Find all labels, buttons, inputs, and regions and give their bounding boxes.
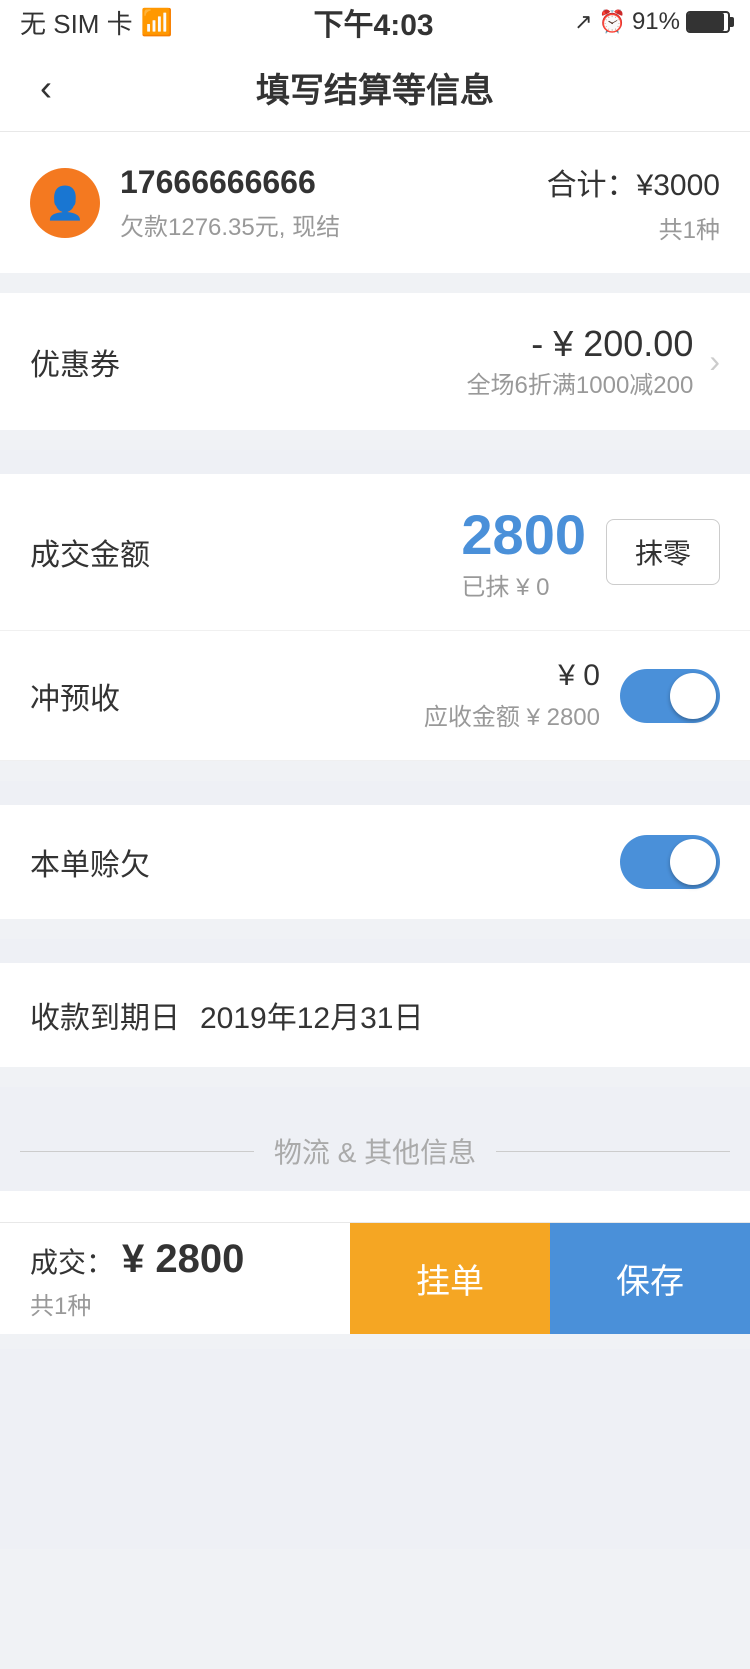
deal-amount-row: 成交金额 2800 已抹 ¥ 0 抹零 <box>0 474 750 631</box>
discount-section: 优惠券 - ¥ 200.00 全场6折满1000减200 › <box>0 293 750 430</box>
pending-button[interactable]: 挂单 <box>350 1223 550 1334</box>
debt-toggle-knob <box>670 839 716 885</box>
debt-section: 本单赊欠 <box>0 805 750 919</box>
total-amount: 合计：¥3000 <box>547 160 720 204</box>
divider-line-right <box>496 1151 730 1152</box>
debt-label: 本单赊欠 <box>30 840 150 884</box>
customer-info: 17666666666 欠款1276.35元, 现结 <box>120 164 340 242</box>
prepay-toggle-knob <box>670 673 716 719</box>
divider-3 <box>0 939 750 963</box>
page-title: 填写结算等信息 <box>256 63 494 112</box>
deal-amount-sub: 已抹 ¥ 0 <box>461 567 586 602</box>
save-button[interactable]: 保存 <box>550 1223 750 1334</box>
prepay-sub: 应收金额 ¥ 2800 <box>424 697 600 732</box>
prepay-amount: ¥ 0 <box>424 659 600 693</box>
deal-amount-value: 2800 <box>461 502 586 567</box>
due-date-label: 收款到期日 <box>30 993 180 1037</box>
battery-percent: 91% <box>632 8 680 36</box>
discount-right: - ¥ 200.00 全场6折满1000减200 › <box>467 323 720 400</box>
deal-amount-label: 成交金额 <box>30 530 150 574</box>
footer-deal-amount: ¥ 2800 <box>122 1237 244 1282</box>
debt-toggle[interactable] <box>620 835 720 889</box>
footer-deal-label: 成交： <box>30 1241 114 1281</box>
wifi-icon: 📶 <box>141 7 173 38</box>
alarm-icon: ⏰ <box>599 9 626 35</box>
status-right: ↗ ⏰ 91% <box>574 8 730 36</box>
carrier-label: 无 SIM 卡 <box>20 4 133 41</box>
discount-row[interactable]: 优惠券 - ¥ 200.00 全场6折满1000减200 › <box>0 293 750 430</box>
footer-info: 成交： ¥ 2800 共1种 <box>0 1223 350 1334</box>
battery-icon <box>686 11 730 33</box>
round-button[interactable]: 抹零 <box>606 519 720 585</box>
due-date-section: 收款到期日 2019年12月31日 <box>0 963 750 1067</box>
discount-chevron-icon: › <box>709 343 720 380</box>
divider-2 <box>0 781 750 805</box>
discount-label: 优惠券 <box>30 340 120 384</box>
footer: 成交： ¥ 2800 共1种 挂单 保存 <box>0 1222 750 1334</box>
customer-left: 👤 17666666666 欠款1276.35元, 现结 <box>30 164 340 242</box>
prepay-label: 冲预收 <box>30 674 120 718</box>
due-date-value: 2019年12月31日 <box>200 993 423 1037</box>
discount-amount: - ¥ 200.00 <box>467 323 694 365</box>
bottom-gray-area <box>0 1349 750 1549</box>
nav-bar: ‹ 填写结算等信息 <box>0 44 750 132</box>
customer-sub: 欠款1276.35元, 现结 <box>120 207 340 242</box>
debt-row: 本单赊欠 <box>0 805 750 919</box>
due-date-row[interactable]: 收款到期日 2019年12月31日 <box>0 963 750 1067</box>
deal-right: 2800 已抹 ¥ 0 抹零 <box>461 502 720 602</box>
discount-sub: 全场6折满1000减200 <box>467 365 694 400</box>
avatar: 👤 <box>30 168 100 238</box>
customer-right: 合计：¥3000 共1种 <box>547 160 720 245</box>
back-button[interactable]: ‹ <box>30 57 62 119</box>
prepay-value-block: ¥ 0 应收金额 ¥ 2800 <box>424 659 600 732</box>
prepay-right: ¥ 0 应收金额 ¥ 2800 <box>424 659 720 732</box>
prepay-row: 冲预收 ¥ 0 应收金额 ¥ 2800 <box>0 631 750 761</box>
divider-1 <box>0 450 750 474</box>
deal-section: 成交金额 2800 已抹 ¥ 0 抹零 冲预收 ¥ 0 应收金额 ¥ 2800 <box>0 474 750 761</box>
status-time: 下午4:03 <box>314 0 434 44</box>
status-bar: 无 SIM 卡 📶 下午4:03 ↗ ⏰ 91% <box>0 0 750 44</box>
divider-line-left <box>20 1151 254 1152</box>
location-icon: ↗ <box>574 9 592 35</box>
status-left: 无 SIM 卡 📶 <box>20 4 173 41</box>
content-area: 👤 17666666666 欠款1276.35元, 现结 合计：¥3000 共1… <box>0 132 750 1669</box>
logistics-label: 物流 & 其他信息 <box>274 1131 476 1171</box>
total-count: 共1种 <box>547 210 720 245</box>
customer-card: 👤 17666666666 欠款1276.35元, 现结 合计：¥3000 共1… <box>0 132 750 273</box>
customer-phone: 17666666666 <box>120 164 340 201</box>
logistics-divider: 物流 & 其他信息 <box>0 1111 750 1191</box>
divider-4 <box>0 1087 750 1111</box>
footer-count: 共1种 <box>30 1286 320 1321</box>
prepay-toggle[interactable] <box>620 669 720 723</box>
